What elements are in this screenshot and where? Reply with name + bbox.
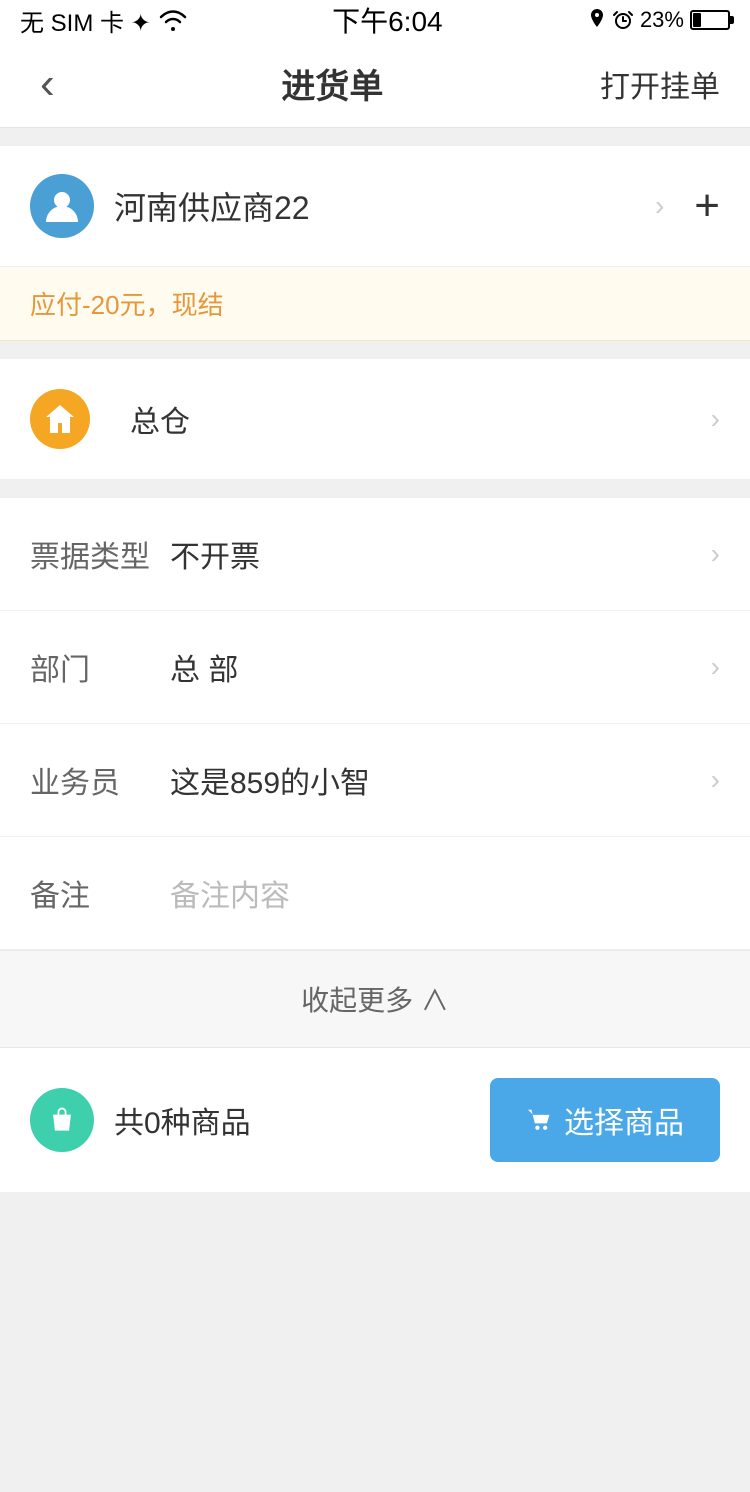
department-row[interactable]: 部门 总 部 › (0, 611, 750, 724)
invoice-type-row[interactable]: 票据类型 不开票 › (0, 498, 750, 611)
supplier-name: 河南供应商22 (114, 183, 655, 229)
supplier-row[interactable]: 河南供应商22 › + (0, 146, 750, 267)
product-row: 共0种商品 选择商品 (0, 1048, 750, 1192)
notice-banner: 应付-20元，现结 (0, 267, 750, 341)
page-rest (0, 1192, 750, 1492)
bottom-section: 共0种商品 选择商品 (0, 1048, 750, 1192)
cart-icon (526, 1108, 554, 1132)
warehouse-chevron-icon: › (711, 403, 720, 435)
product-count-label: 共0种商品 (114, 1098, 490, 1142)
salesperson-chevron-icon: › (711, 764, 720, 796)
nav-bar: ‹ 进货单 打开挂单 (0, 40, 750, 128)
collapse-label: 收起更多 ∧ (301, 979, 449, 1019)
battery-icon (690, 10, 730, 30)
status-left: 无 SIM 卡 ✦ (20, 3, 187, 38)
status-time: 下午6:04 (332, 0, 443, 40)
alarm-icon (612, 9, 634, 31)
add-supplier-button[interactable]: + (694, 184, 720, 228)
salesperson-label: 业务员 (30, 758, 150, 802)
warehouse-house-icon (42, 401, 78, 437)
salesperson-value: 这是859的小智 (150, 758, 711, 802)
notice-text: 应付-20元，现结 (30, 290, 224, 320)
divider-1 (0, 128, 750, 146)
warehouse-row[interactable]: 总仓 › (0, 359, 750, 480)
supplier-chevron-icon: › (655, 190, 664, 222)
product-icon-bg (30, 1088, 94, 1152)
divider-3 (0, 480, 750, 498)
select-product-label: 选择商品 (564, 1098, 684, 1142)
status-right: 23% (588, 7, 730, 33)
warehouse-name: 总仓 (110, 397, 711, 441)
location-icon (588, 9, 606, 31)
collapse-row[interactable]: 收起更多 ∧ (0, 950, 750, 1048)
back-button[interactable]: ‹ (30, 49, 65, 119)
supplier-avatar (30, 174, 94, 238)
sim-signal: 无 SIM 卡 ✦ (20, 3, 151, 38)
open-pending-button[interactable]: 打开挂单 (600, 62, 720, 106)
divider-2 (0, 341, 750, 359)
form-section: 票据类型 不开票 › 部门 总 部 › 业务员 这是859的小智 › 备注 备注… (0, 498, 750, 950)
invoice-chevron-icon: › (711, 538, 720, 570)
remark-label: 备注 (30, 871, 150, 915)
department-value: 总 部 (150, 645, 711, 689)
wifi-icon (159, 9, 187, 31)
department-chevron-icon: › (711, 651, 720, 683)
warehouse-icon-bg (30, 389, 90, 449)
select-product-button[interactable]: 选择商品 (490, 1078, 720, 1162)
department-label: 部门 (30, 645, 150, 689)
shopping-bag-icon (46, 1104, 78, 1136)
supplier-section: 河南供应商22 › + 应付-20元，现结 (0, 146, 750, 341)
status-bar: 无 SIM 卡 ✦ 下午6:04 23% (0, 0, 750, 40)
remark-placeholder: 备注内容 (150, 871, 720, 915)
invoice-type-label: 票据类型 (30, 532, 150, 576)
remark-row[interactable]: 备注 备注内容 (0, 837, 750, 950)
page-title: 进货单 (281, 59, 383, 108)
person-icon (42, 186, 82, 226)
invoice-type-value: 不开票 (150, 532, 711, 576)
battery-percent: 23% (640, 7, 684, 33)
salesperson-row[interactable]: 业务员 这是859的小智 › (0, 724, 750, 837)
